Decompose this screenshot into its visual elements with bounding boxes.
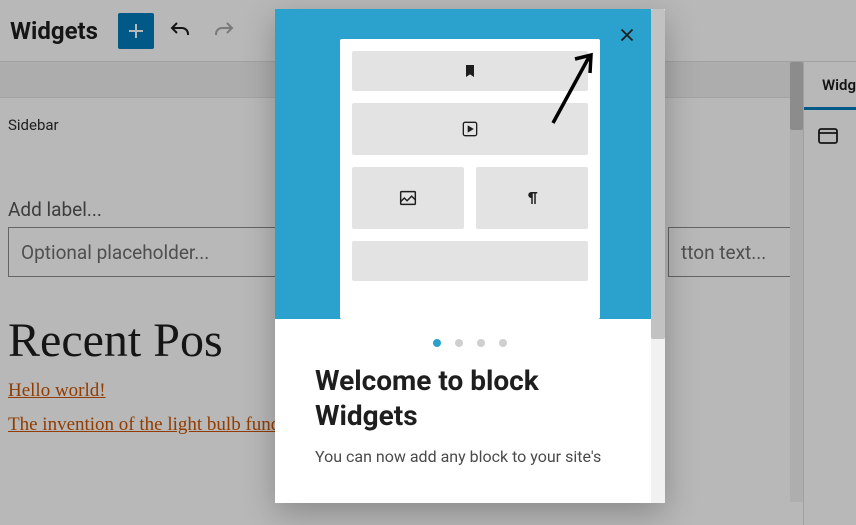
dot-4[interactable]: [499, 339, 507, 347]
close-icon: [616, 24, 638, 46]
modal-body-text: You can now add any block to your site's: [275, 437, 665, 468]
pagination-dots: [275, 319, 665, 357]
image-icon: [397, 187, 419, 209]
play-icon: [460, 119, 480, 139]
dot-1[interactable]: [433, 339, 441, 347]
close-button[interactable]: [611, 19, 643, 51]
arrow-icon: [543, 49, 603, 129]
paragraph-icon: [523, 188, 541, 208]
bookmark-icon: [462, 62, 478, 80]
modal-scrollbar[interactable]: [651, 9, 665, 503]
welcome-modal: Welcome to block Widgets You can now add…: [275, 9, 665, 503]
scrollbar-thumb[interactable]: [651, 9, 665, 339]
modal-heading: Welcome to block Widgets: [275, 357, 665, 437]
dot-3[interactable]: [477, 339, 485, 347]
dot-2[interactable]: [455, 339, 463, 347]
welcome-illustration: [275, 9, 665, 319]
